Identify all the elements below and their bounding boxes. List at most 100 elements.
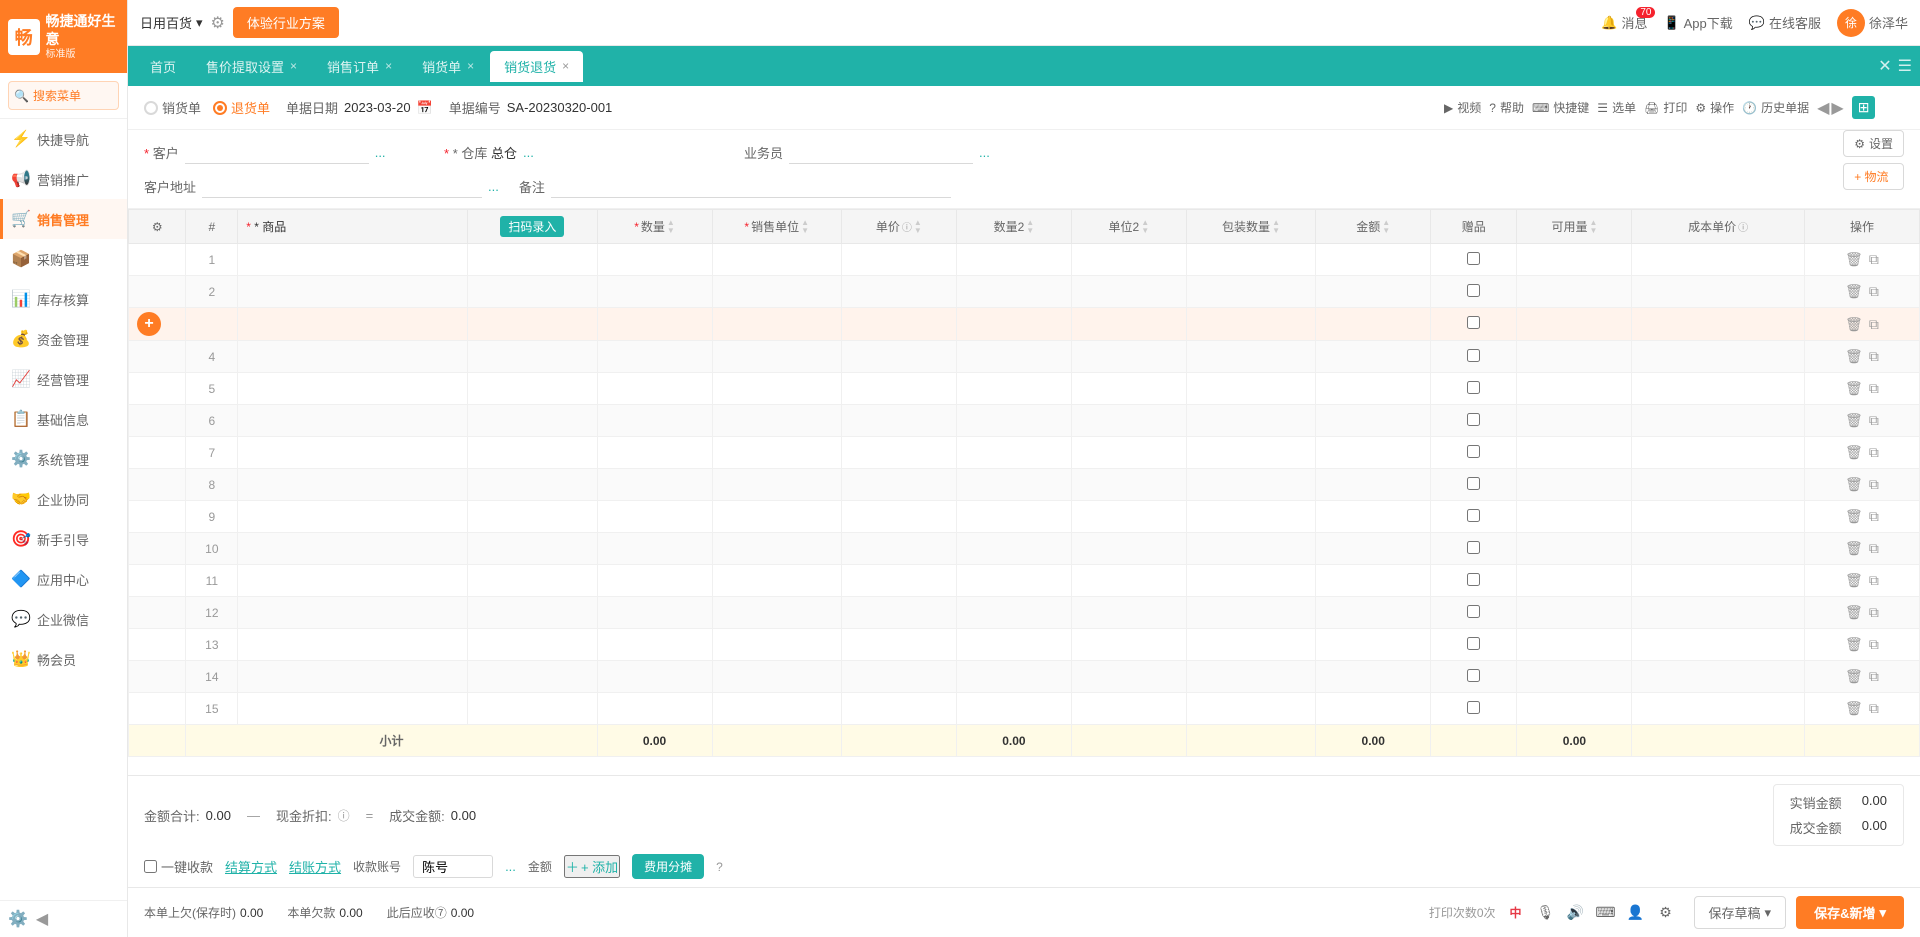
address-lookup-icon[interactable]: ... [488,179,499,194]
row-unit2[interactable] [1071,469,1186,501]
row-cost[interactable] [1632,693,1804,725]
row-gift[interactable] [1431,629,1517,661]
zhongwen-icon[interactable]: 中 [1504,901,1528,925]
row-price[interactable] [841,597,956,629]
row-available[interactable] [1517,565,1632,597]
row-price[interactable] [841,565,956,597]
delete-row-icon[interactable]: 🗑 [1845,572,1863,589]
copy-row-icon[interactable]: ⧉ [1869,348,1879,365]
gift-checkbox[interactable] [1467,637,1480,650]
online-service-item[interactable]: 💬 在线客服 [1749,13,1821,32]
row-unit2[interactable] [1071,501,1186,533]
tab-sales-return[interactable]: 销货退货 × [490,51,583,82]
row-unit[interactable] [712,308,841,341]
row-qty[interactable] [597,693,712,725]
row-unit2[interactable] [1071,308,1186,341]
row-product[interactable] [238,597,468,629]
add-payment-button[interactable]: ＋ + 添加 [564,855,620,878]
row-product[interactable] [238,373,468,405]
delete-row-icon[interactable]: 🗑 [1845,508,1863,525]
row-qty2[interactable] [956,276,1071,308]
row-qty2[interactable] [956,405,1071,437]
topbar-gear-icon[interactable]: ⚙ [211,13,225,33]
row-pack[interactable] [1186,565,1315,597]
delete-row-icon[interactable]: 🗑 [1845,380,1863,397]
tab-close-icon[interactable]: × [385,59,392,73]
row-available[interactable] [1517,308,1632,341]
copy-row-icon[interactable]: ⧉ [1869,444,1879,461]
person-icon[interactable]: 👤 [1624,901,1648,925]
dropdown-arrow-icon[interactable]: ▾ [1765,905,1772,921]
row-product[interactable] [238,693,468,725]
row-cost[interactable] [1632,405,1804,437]
gift-checkbox[interactable] [1467,284,1480,297]
customer-lookup-icon[interactable]: ... [375,145,386,160]
sidebar-item-app-center[interactable]: 🔷 应用中心 [0,559,127,599]
delete-row-icon[interactable]: 🗑 [1845,251,1863,268]
row-amount[interactable] [1316,533,1431,565]
gift-checkbox[interactable] [1467,509,1480,522]
row-pack[interactable] [1186,597,1315,629]
staff-lookup-icon[interactable]: ... [979,145,990,160]
row-unit[interactable] [712,565,841,597]
copy-row-icon[interactable]: ⧉ [1869,572,1879,589]
row-unit2[interactable] [1071,533,1186,565]
sidebar-collapse-icon[interactable]: ◀ [36,909,48,929]
sidebar-item-purchase[interactable]: 📦 采购管理 [0,239,127,279]
date-value[interactable]: 2023-03-20 [344,100,411,115]
sidebar-item-quick-nav[interactable]: ⚡ 快捷导航 [0,119,127,159]
table-wrapper[interactable]: ⚙ # * * 商品 扫码录入 *数量▲▼ *销售单位▲▼ 单价ⓘ▲▼ 数量2▲… [128,209,1920,775]
row-pack[interactable] [1186,693,1315,725]
delivery-radio[interactable]: 销货单 [144,98,201,117]
row-unit2[interactable] [1071,244,1186,276]
delete-row-icon[interactable]: 🗑 [1845,668,1863,685]
fee-split-button[interactable]: 费用分摊 [632,854,704,879]
row-cost[interactable] [1632,308,1804,341]
copy-row-icon[interactable]: ⧉ [1869,283,1879,300]
gift-checkbox[interactable] [1467,445,1480,458]
next-record-icon[interactable]: ▶ [1831,98,1843,118]
scan-input-button[interactable]: 扫码录入 [500,216,564,237]
row-amount[interactable] [1316,341,1431,373]
row-product[interactable] [238,501,468,533]
sidebar-item-inventory[interactable]: 📊 库存核算 [0,279,127,319]
gift-checkbox[interactable] [1467,477,1480,490]
category-selector[interactable]: 日用百货 ▾ [140,13,203,32]
sidebar-item-sales-mgmt[interactable]: 🛒 销售管理 [0,199,127,239]
row-gift[interactable] [1431,437,1517,469]
row-unit[interactable] [712,276,841,308]
row-qty2[interactable] [956,469,1071,501]
row-cost[interactable] [1632,501,1804,533]
tab-close-icon[interactable]: × [562,59,569,73]
row-price[interactable] [841,276,956,308]
tab-price-settings[interactable]: 售价提取设置 × [192,51,311,82]
row-qty2[interactable] [956,341,1071,373]
row-product[interactable] [238,629,468,661]
staff-input[interactable] [789,140,973,164]
row-gift[interactable] [1431,661,1517,693]
row-qty[interactable] [597,629,712,661]
copy-row-icon[interactable]: ⧉ [1869,251,1879,268]
row-product[interactable] [238,276,468,308]
tab-close-all-button[interactable]: ✕ [1878,56,1891,76]
save-new-button[interactable]: 保存&新增 ▾ [1796,896,1904,929]
row-qty[interactable] [597,565,712,597]
row-available[interactable] [1517,597,1632,629]
delete-row-icon[interactable]: 🗑 [1845,540,1863,557]
table-settings-icon[interactable]: ⚙ [152,220,163,234]
gift-checkbox[interactable] [1467,381,1480,394]
row-qty2[interactable] [956,693,1071,725]
gift-checkbox[interactable] [1467,701,1480,714]
row-qty[interactable] [597,341,712,373]
row-gift[interactable] [1431,469,1517,501]
row-price[interactable] [841,308,956,341]
tab-home[interactable]: 首页 [136,51,190,82]
gift-checkbox[interactable] [1467,573,1480,586]
row-gift[interactable] [1431,341,1517,373]
row-unit[interactable] [712,693,841,725]
copy-row-icon[interactable]: ⧉ [1869,604,1879,621]
row-qty[interactable] [597,469,712,501]
row-unit[interactable] [712,244,841,276]
row-product[interactable] [238,244,468,276]
row-qty2[interactable] [956,308,1071,341]
